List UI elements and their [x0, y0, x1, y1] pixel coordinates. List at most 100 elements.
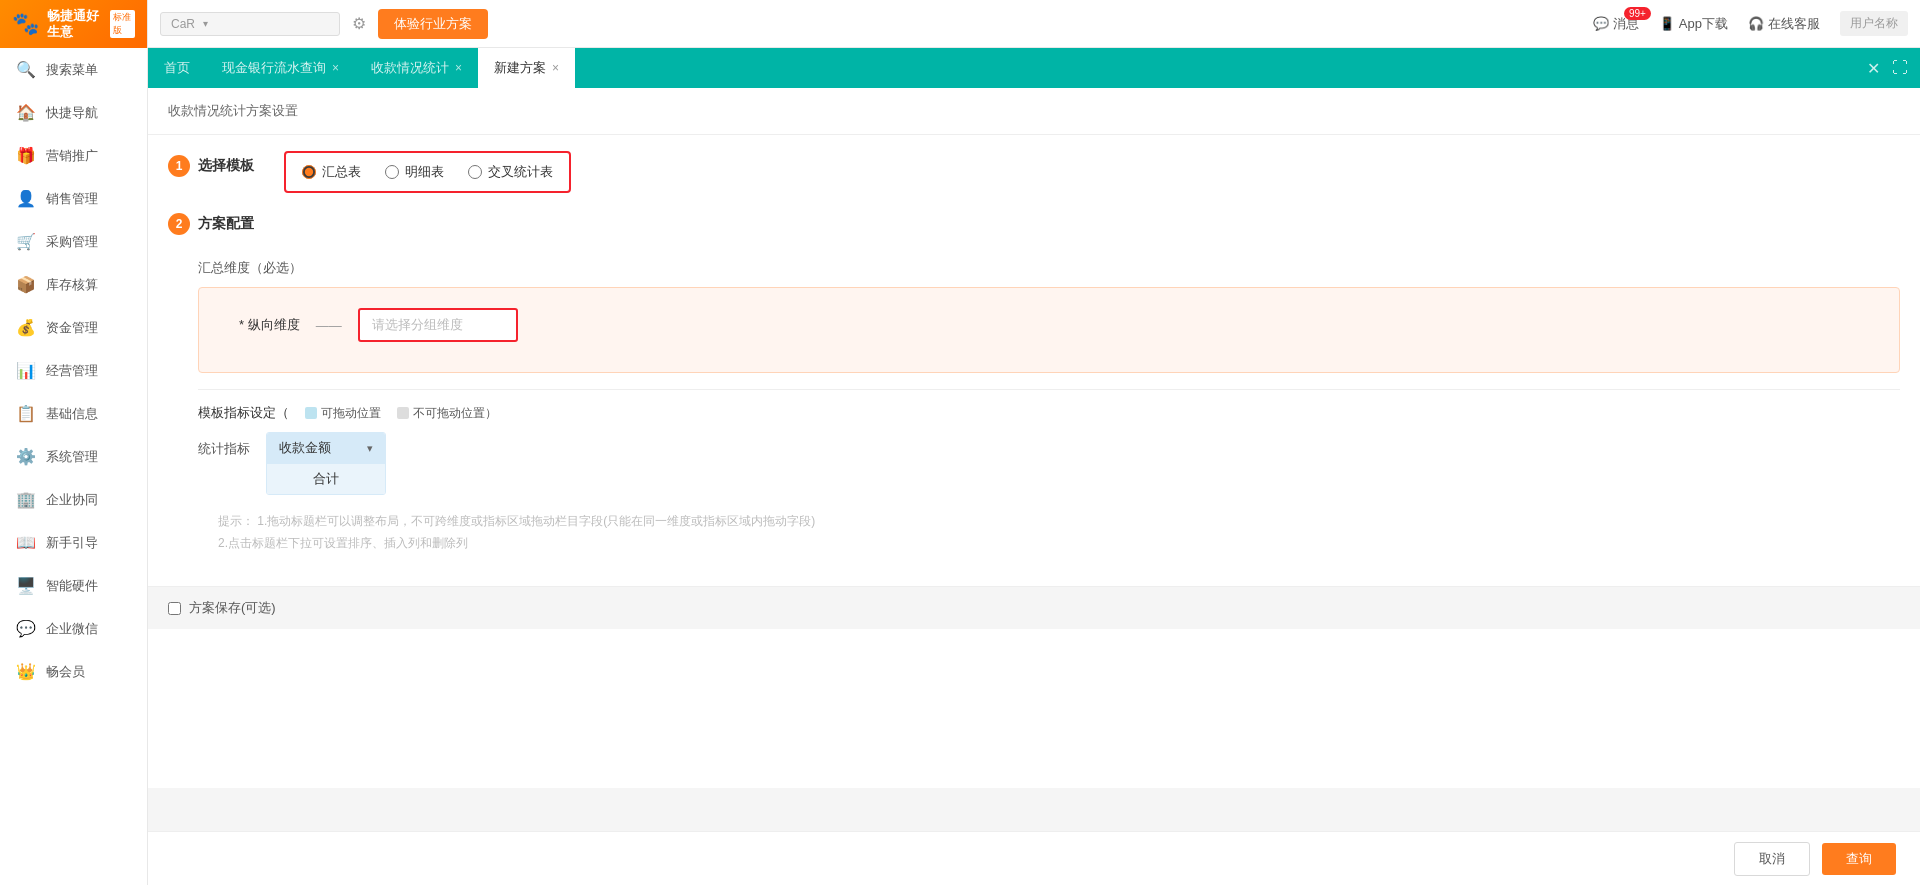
metrics-col-cell: 合计 [267, 463, 385, 494]
tabbar-actions: ✕ ⛶ [1867, 59, 1920, 78]
user-name: 用户名称 [1840, 11, 1908, 36]
purchase-icon: 🛒 [16, 232, 36, 251]
stat-label: 统计指标 [198, 432, 250, 458]
sidebar-item-sales[interactable]: 👤 销售管理 [0, 177, 147, 220]
tab-home[interactable]: 首页 [148, 48, 206, 88]
step2-row: 2 方案配置 [168, 213, 1900, 247]
sidebar-item-guide[interactable]: 📖新手引导 [0, 521, 147, 564]
page-title: 收款情况统计方案设置 [148, 88, 1920, 135]
sidebar-item-finance[interactable]: 💰 资金管理 [0, 306, 147, 349]
quick-nav-label: 快捷导航 [46, 104, 98, 122]
cancel-button[interactable]: 取消 [1734, 842, 1810, 876]
radio-summary-input[interactable] [302, 165, 316, 179]
bottom-bar: 取消 查询 [148, 831, 1920, 885]
finance-icon: 💰 [16, 318, 36, 337]
tab-label-home: 首页 [164, 59, 190, 77]
tab-close-bank-flow[interactable]: × [332, 61, 339, 75]
radio-cross-input[interactable] [468, 165, 482, 179]
dimension-area: * 纵向维度 —— 请选择分组维度 [198, 287, 1900, 373]
inventory-label: 库存核算 [46, 276, 98, 294]
radio-cross[interactable]: 交叉统计表 [468, 163, 553, 181]
tab-label-bank-flow: 现金银行流水查询 [222, 59, 326, 77]
non-draggable-label: 不可拖动位置） [413, 405, 497, 422]
step2-number: 2 [168, 213, 190, 235]
query-button[interactable]: 查询 [1822, 843, 1896, 875]
sidebar-item-search-menu[interactable]: 🔍搜索菜单 [0, 48, 147, 91]
tab-close-new-plan[interactable]: × [552, 61, 559, 75]
enterprise-icon: 🏢 [16, 490, 36, 509]
inventory-icon: 📦 [16, 275, 36, 294]
sidebar-item-basic-info[interactable]: 📋基础信息 [0, 392, 147, 435]
operation-label: 经营管理 [46, 362, 98, 380]
gear-icon[interactable]: ⚙ [352, 14, 366, 33]
chevron-down-icon[interactable]: ▾ [203, 18, 208, 29]
message-btn[interactable]: 💬 消息 99+ [1593, 15, 1639, 33]
radio-detail[interactable]: 明细表 [385, 163, 444, 181]
sidebar-item-operation[interactable]: 📊经营管理 [0, 349, 147, 392]
footer-section: 方案保存(可选) [148, 586, 1920, 629]
sidebar: 🐾 畅捷通好生意 标准版 🔍搜索菜单🏠快捷导航🎁营销推广 👤 销售管理 🛒 采购管理 📦 库… [0, 0, 148, 885]
app-download-btn[interactable]: 📱 App下载 [1659, 15, 1728, 33]
sales-icon: 👤 [16, 189, 36, 208]
template-options: 汇总表 明细表 交叉统计表 [284, 151, 571, 193]
tab-new-plan[interactable]: 新建方案 × [478, 48, 575, 88]
marketing-icon: 🎁 [16, 146, 36, 165]
app-icon: 📱 [1659, 16, 1675, 31]
tip-line2: 2.点击标题栏下拉可设置排序、插入列和删除列 [218, 533, 1880, 555]
search-menu-label: 搜索菜单 [46, 61, 98, 79]
content-inner: 收款情况统计方案设置 1 选择模板 汇总表 [148, 88, 1920, 788]
radio-summary[interactable]: 汇总表 [302, 163, 361, 181]
step1-number: 1 [168, 155, 190, 177]
sidebar-item-system[interactable]: ⚙️系统管理 [0, 435, 147, 478]
tab-collection-stat[interactable]: 收款情况统计 × [355, 48, 478, 88]
enterprise-label: 企业协同 [46, 491, 98, 509]
member-icon: 👑 [16, 662, 36, 681]
trial-button[interactable]: 体验行业方案 [378, 9, 488, 39]
non-draggable-dot-icon [397, 407, 409, 419]
guide-label: 新手引导 [46, 534, 98, 552]
topbar: CaR ▾ ⚙ 体验行业方案 💬 消息 99+ 📱 App下载 🎧 在线客服 用… [148, 0, 1920, 48]
radio-cross-label: 交叉统计表 [488, 163, 553, 181]
tab-label-collection-stat: 收款情况统计 [371, 59, 449, 77]
maximize-icon[interactable]: ⛶ [1892, 59, 1908, 77]
col-header-text: 收款金额 [279, 439, 331, 457]
radio-detail-input[interactable] [385, 165, 399, 179]
tab-label-new-plan: 新建方案 [494, 59, 546, 77]
vertical-dimension-row: * 纵向维度 —— 请选择分组维度 [223, 308, 1875, 342]
tab-close-collection-stat[interactable]: × [455, 61, 462, 75]
sidebar-item-marketing[interactable]: 🎁营销推广 [0, 134, 147, 177]
sidebar-logo-icon: 🐾 [12, 11, 39, 37]
content-area: 收款情况统计方案设置 1 选择模板 汇总表 [148, 88, 1920, 831]
wechat-icon: 💬 [16, 619, 36, 638]
sidebar-logo: 🐾 畅捷通好生意 标准版 [0, 0, 147, 48]
sidebar-item-member[interactable]: 👑 畅会员 [0, 650, 147, 693]
draggable-badge: 可拖动位置 [305, 405, 381, 422]
step1-indicator: 1 选择模板 [168, 155, 254, 177]
close-window-icon[interactable]: ✕ [1867, 59, 1880, 78]
dimension-select[interactable]: 请选择分组维度 [358, 308, 518, 342]
main-area: CaR ▾ ⚙ 体验行业方案 💬 消息 99+ 📱 App下载 🎧 在线客服 用… [148, 0, 1920, 885]
metrics-header: 模板指标设定（ 可拖动位置 不可拖动位置） [198, 404, 1900, 422]
summary-dimension-title: 汇总维度（必选） [198, 259, 1900, 277]
tip-line1: 提示： 1.拖动标题栏可以调整布局，不可跨维度或指标区域拖动栏目字段(只能在同一… [218, 511, 1880, 533]
metrics-col: 收款金额 ▾ 合计 [266, 432, 386, 495]
purchase-label: 采购管理 [46, 233, 98, 251]
basic-info-icon: 📋 [16, 404, 36, 423]
sidebar-item-enterprise[interactable]: 🏢 企业协同 [0, 478, 147, 521]
headset-icon: 🎧 [1748, 16, 1764, 31]
step1-row: 1 选择模板 汇总表 明细表 [168, 151, 1900, 193]
sales-label: 销售管理 [46, 190, 98, 208]
online-service-btn[interactable]: 🎧 在线客服 [1748, 15, 1820, 33]
sidebar-item-inventory[interactable]: 📦 库存核算 [0, 263, 147, 306]
member-label: 畅会员 [46, 663, 85, 681]
tab-bank-flow[interactable]: 现金银行流水查询 × [206, 48, 355, 88]
finance-label: 资金管理 [46, 319, 98, 337]
sidebar-item-wechat[interactable]: 💬企业微信 [0, 607, 147, 650]
sidebar-item-purchase[interactable]: 🛒 采购管理 [0, 220, 147, 263]
sidebar-item-quick-nav[interactable]: 🏠快捷导航 [0, 91, 147, 134]
sidebar-item-hardware[interactable]: 🖥️智能硬件 [0, 564, 147, 607]
save-checkbox[interactable] [168, 602, 181, 615]
metrics-col-header[interactable]: 收款金额 ▾ [267, 433, 385, 463]
chevron-down-icon[interactable]: ▾ [367, 442, 373, 455]
metrics-grid-wrapper: 统计指标 收款金额 ▾ 合计 [198, 432, 1900, 495]
